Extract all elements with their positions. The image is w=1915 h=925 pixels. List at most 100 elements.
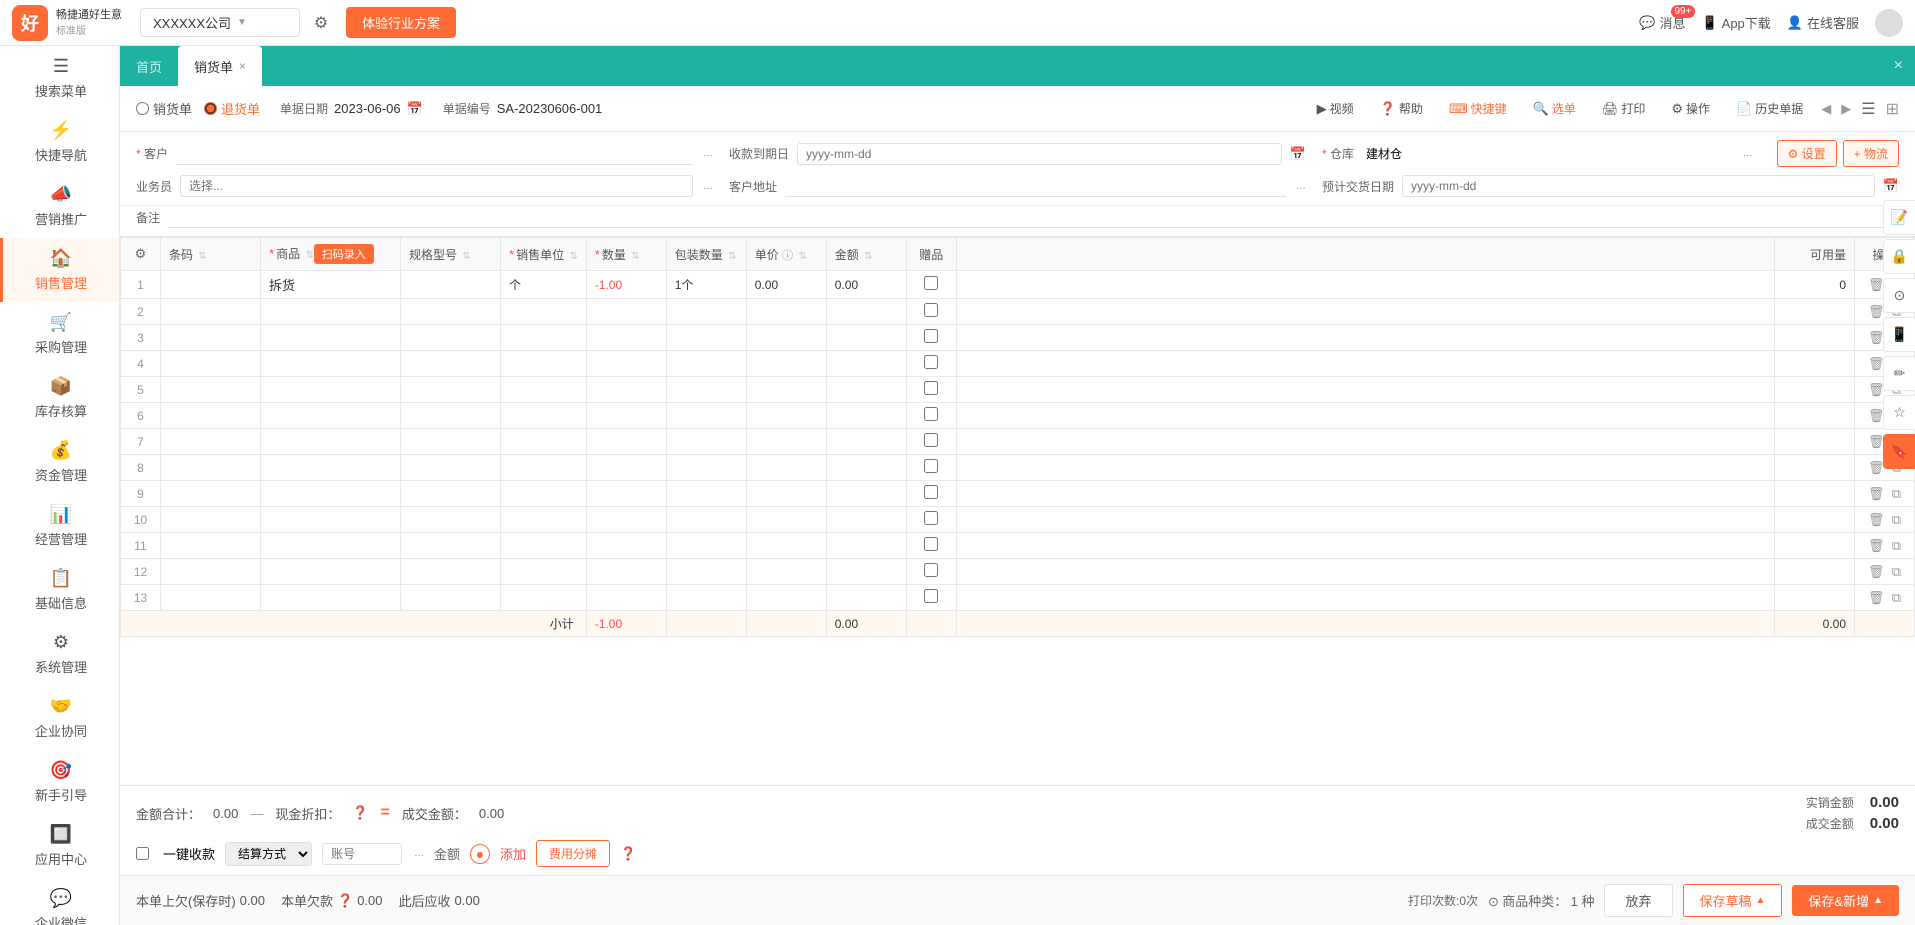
row-barcode[interactable] — [161, 481, 261, 507]
row-barcode[interactable] — [161, 559, 261, 585]
row-barcode[interactable] — [161, 351, 261, 377]
row-gift[interactable] — [906, 299, 956, 325]
row-gift[interactable] — [906, 455, 956, 481]
nav-prev-icon[interactable]: ◀ — [1821, 101, 1831, 117]
row-price[interactable] — [746, 351, 826, 377]
row-price[interactable] — [746, 455, 826, 481]
row-spec[interactable] — [401, 533, 501, 559]
row-price[interactable] — [746, 325, 826, 351]
right-panel-btn-1[interactable]: 📝 — [1883, 200, 1915, 235]
view-grid-icon[interactable]: ⊞ — [1886, 99, 1899, 119]
collect-date-input[interactable] — [797, 143, 1282, 165]
row-barcode[interactable] — [161, 377, 261, 403]
calendar-icon[interactable]: 📅 — [407, 101, 423, 117]
avatar[interactable] — [1875, 9, 1903, 37]
delete-icon[interactable]: 🗑 — [1868, 434, 1885, 449]
row-product[interactable] — [261, 429, 401, 455]
sidebar-item-marketing[interactable]: 📣 营销推广 — [0, 174, 119, 238]
save-draft-button[interactable]: 保存草稿 ▲ — [1683, 884, 1783, 917]
row-spec[interactable] — [401, 455, 501, 481]
add-button[interactable]: ● — [470, 844, 490, 864]
video-button[interactable]: ▶ 视频 — [1309, 96, 1362, 121]
sidebar-item-appstore[interactable]: 🔲 应用中心 — [0, 814, 119, 878]
row-price[interactable] — [746, 403, 826, 429]
row-product[interactable] — [261, 533, 401, 559]
right-panel-btn-5[interactable]: ✏ — [1883, 356, 1915, 391]
delete-icon[interactable]: 🗑 — [1868, 408, 1885, 423]
row-barcode[interactable] — [161, 429, 261, 455]
delete-icon[interactable]: 🗑 — [1868, 486, 1885, 501]
copy-icon[interactable]: ⧉ — [1892, 590, 1901, 605]
row-price[interactable] — [746, 559, 826, 585]
row-spec[interactable] — [401, 585, 501, 611]
sidebar-item-wechat[interactable]: 💬 企业微信 — [0, 878, 119, 925]
sidebar-item-operations[interactable]: 📊 经营管理 — [0, 494, 119, 558]
row-spec[interactable] — [401, 403, 501, 429]
right-panel-btn-4[interactable]: 📱 — [1883, 317, 1915, 352]
help-button[interactable]: ❓ 帮助 — [1372, 96, 1431, 121]
row-gift[interactable] — [906, 481, 956, 507]
history-button[interactable]: 📄 历史单据 — [1728, 96, 1811, 121]
row-qty[interactable] — [586, 533, 666, 559]
row-qty[interactable] — [586, 299, 666, 325]
salesman-input[interactable] — [180, 175, 693, 197]
sidebar-item-enterprise[interactable]: 🤝 企业协同 — [0, 686, 119, 750]
row-gift[interactable] — [906, 559, 956, 585]
row-product[interactable] — [261, 455, 401, 481]
filter-button[interactable]: 🔍 选单 — [1525, 96, 1584, 121]
messages-button[interactable]: 💬 消息 99+ — [1639, 13, 1685, 32]
delete-icon[interactable]: 🗑 — [1868, 304, 1885, 319]
operation-button[interactable]: ⚙ 操作 — [1663, 96, 1718, 121]
save-new-button[interactable]: 保存&新增 ▲ — [1792, 885, 1899, 916]
row-spec[interactable] — [401, 377, 501, 403]
help-owe-icon[interactable]: ❓ — [337, 893, 353, 909]
product-type-icon[interactable]: ⊙ — [1488, 894, 1499, 909]
row-qty[interactable] — [586, 559, 666, 585]
nav-next-icon[interactable]: ▶ — [1841, 101, 1851, 117]
row-qty[interactable] — [586, 429, 666, 455]
scan-button[interactable]: 扫码录入 — [314, 244, 374, 264]
copy-icon[interactable]: ⧉ — [1892, 564, 1901, 579]
collect-calendar-icon[interactable]: 📅 — [1290, 146, 1306, 162]
calc-method-select[interactable]: 结算方式 — [225, 842, 312, 866]
delete-icon[interactable]: 🗑 — [1868, 330, 1885, 345]
row-spec[interactable] — [401, 481, 501, 507]
fee-split-button[interactable]: 费用分摊 — [536, 840, 610, 867]
delete-icon[interactable]: 🗑 — [1868, 277, 1885, 292]
right-panel-btn-7[interactable]: 🔖 — [1883, 434, 1915, 469]
print-button[interactable]: 🖨 打印 — [1594, 96, 1654, 121]
expected-delivery-input[interactable] — [1402, 175, 1875, 197]
warehouse-more-icon[interactable]: … — [1743, 148, 1753, 159]
row-gift[interactable] — [906, 325, 956, 351]
row-gift[interactable] — [906, 533, 956, 559]
app-download-button[interactable]: 📱 App下载 — [1701, 13, 1770, 32]
row-gift[interactable] — [906, 585, 956, 611]
row-product[interactable] — [261, 481, 401, 507]
fee-help-icon[interactable]: ❓ — [620, 846, 636, 862]
delete-icon[interactable]: 🗑 — [1868, 460, 1885, 475]
delete-icon[interactable]: 🗑 — [1868, 382, 1885, 397]
row-spec[interactable] — [401, 325, 501, 351]
row-qty[interactable] — [586, 351, 666, 377]
row-product[interactable]: 拆货 — [261, 271, 401, 299]
row-price[interactable] — [746, 429, 826, 455]
right-panel-btn-3[interactable]: ⊙ — [1883, 278, 1915, 313]
row-gift[interactable] — [906, 377, 956, 403]
delivery-calendar-icon[interactable]: 📅 — [1883, 178, 1899, 194]
row-price[interactable] — [746, 533, 826, 559]
radio-sales-order[interactable]: 销货单 — [136, 99, 192, 118]
row-spec[interactable] — [401, 271, 501, 299]
row-qty[interactable] — [586, 455, 666, 481]
row-spec[interactable] — [401, 559, 501, 585]
delete-icon[interactable]: 🗑 — [1868, 512, 1885, 527]
help-circle-icon[interactable]: ❓ — [352, 805, 368, 821]
one-click-pay-checkbox[interactable] — [136, 847, 149, 860]
sidebar-item-basic[interactable]: 📋 基础信息 — [0, 558, 119, 622]
row-barcode[interactable] — [161, 299, 261, 325]
sidebar-item-system[interactable]: ⚙ 系统管理 — [0, 622, 119, 686]
sidebar-item-finance[interactable]: 💰 资金管理 — [0, 430, 119, 494]
row-product[interactable] — [261, 559, 401, 585]
row-barcode[interactable] — [161, 455, 261, 481]
shortcut-button[interactable]: ⌨ 快捷键 — [1441, 96, 1515, 121]
view-list-icon[interactable]: ☰ — [1861, 99, 1875, 119]
